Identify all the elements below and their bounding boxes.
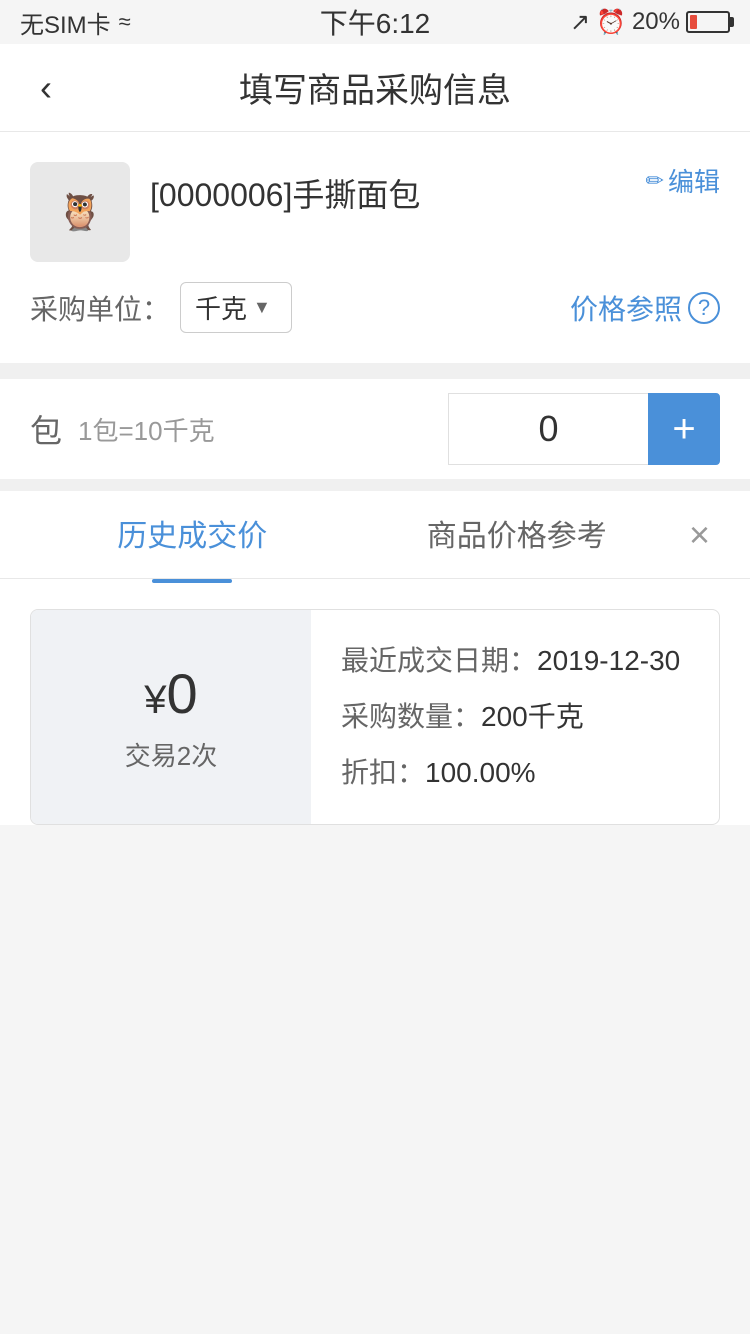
recent-date-label: 最近成交日期： — [341, 645, 537, 676]
plus-button[interactable]: + — [648, 393, 720, 465]
discount-row: 折扣：100.00% — [341, 752, 689, 794]
purchase-unit-section: 采购单位： 千克 — [30, 282, 292, 333]
quantity-label: 采购数量： — [341, 701, 481, 732]
status-time: 下午6:12 — [320, 2, 431, 42]
quantity-left: 包 1包=10千克 — [30, 406, 215, 452]
discount-value: 100.00% — [425, 757, 536, 788]
wifi-icon: ≈ — [119, 9, 131, 35]
back-button[interactable]: ‹ — [30, 57, 62, 119]
tab-product-label: 商品价格参考 — [427, 520, 607, 553]
transaction-card: ¥0 交易2次 最近成交日期：2019-12-30 采购数量：200千克 折扣：… — [30, 609, 720, 825]
quantity-row-card: 采购数量：200千克 — [341, 696, 689, 738]
edit-label: 编辑 — [668, 162, 720, 199]
help-symbol: ? — [698, 295, 710, 321]
tabs-row: 历史成交价 商品价格参考 × — [0, 491, 750, 579]
quantity-control: + — [448, 393, 720, 465]
close-button[interactable]: × — [679, 504, 720, 566]
discount-label: 折扣： — [341, 757, 425, 788]
status-left: 无SIM卡 ≈ — [20, 5, 131, 40]
unit-label: 包 — [30, 406, 62, 452]
bottom-panel: 历史成交价 商品价格参考 × ¥0 交易2次 最近成交日期：2019-12-30… — [0, 491, 750, 825]
tab-history-price[interactable]: 历史成交价 — [30, 511, 354, 559]
page-title: 填写商品采购信息 — [239, 63, 511, 112]
product-name: [0000006]手撕面包 — [150, 162, 420, 216]
status-bar: 无SIM卡 ≈ 下午6:12 ↗ ⏰ 20% — [0, 0, 750, 44]
product-header: 🦉 [0000006]手撕面包 ✏ 编辑 — [30, 162, 720, 262]
battery-percent: 20% — [632, 8, 680, 36]
purchase-row: 采购单位： 千克 价格参照 ? — [30, 282, 720, 333]
quantity-row: 包 1包=10千克 + — [0, 379, 750, 479]
alarm-icon: ⏰ — [596, 8, 626, 37]
product-thumbnail: 🦉 — [58, 191, 103, 233]
card-right: 最近成交日期：2019-12-30 采购数量：200千克 折扣：100.00% — [311, 610, 719, 824]
recent-date-value: 2019-12-30 — [537, 645, 680, 676]
unit-dropdown[interactable]: 千克 — [180, 282, 292, 333]
location-icon: ↗ — [570, 8, 590, 37]
trade-count: 交易2次 — [125, 736, 217, 773]
tab-product-price[interactable]: 商品价格参考 — [354, 511, 678, 559]
plus-icon: + — [672, 407, 695, 452]
edit-button[interactable]: ✏ 编辑 — [646, 162, 720, 199]
divider-2 — [0, 479, 750, 491]
nav-bar: ‹ 填写商品采购信息 — [0, 44, 750, 132]
carrier-text: 无SIM卡 — [20, 5, 111, 40]
price-reference[interactable]: 价格参照 ? — [570, 288, 720, 328]
battery-indicator — [686, 11, 730, 33]
quantity-value: 200千克 — [481, 701, 584, 732]
card-price: ¥0 — [144, 661, 197, 726]
card-left: ¥0 交易2次 — [31, 610, 311, 824]
status-right: ↗ ⏰ 20% — [570, 8, 730, 37]
product-left: 🦉 [0000006]手撕面包 — [30, 162, 420, 262]
divider-1 — [0, 363, 750, 379]
unit-conversion: 1包=10千克 — [78, 411, 215, 448]
quantity-input[interactable] — [448, 393, 648, 465]
currency-symbol: ¥ — [144, 678, 166, 722]
edit-icon: ✏ — [646, 168, 664, 194]
product-image: 🦉 — [30, 162, 130, 262]
price-value: 0 — [167, 662, 198, 725]
purchase-unit-label: 采购单位： — [30, 288, 170, 328]
tab-history-label: 历史成交价 — [117, 520, 267, 553]
recent-date-row: 最近成交日期：2019-12-30 — [341, 640, 689, 682]
price-ref-label: 价格参照 — [570, 288, 682, 328]
product-section: 🦉 [0000006]手撕面包 ✏ 编辑 采购单位： 千克 价格参照 ? — [0, 132, 750, 363]
help-icon[interactable]: ? — [688, 292, 720, 324]
unit-value: 千克 — [195, 289, 247, 326]
